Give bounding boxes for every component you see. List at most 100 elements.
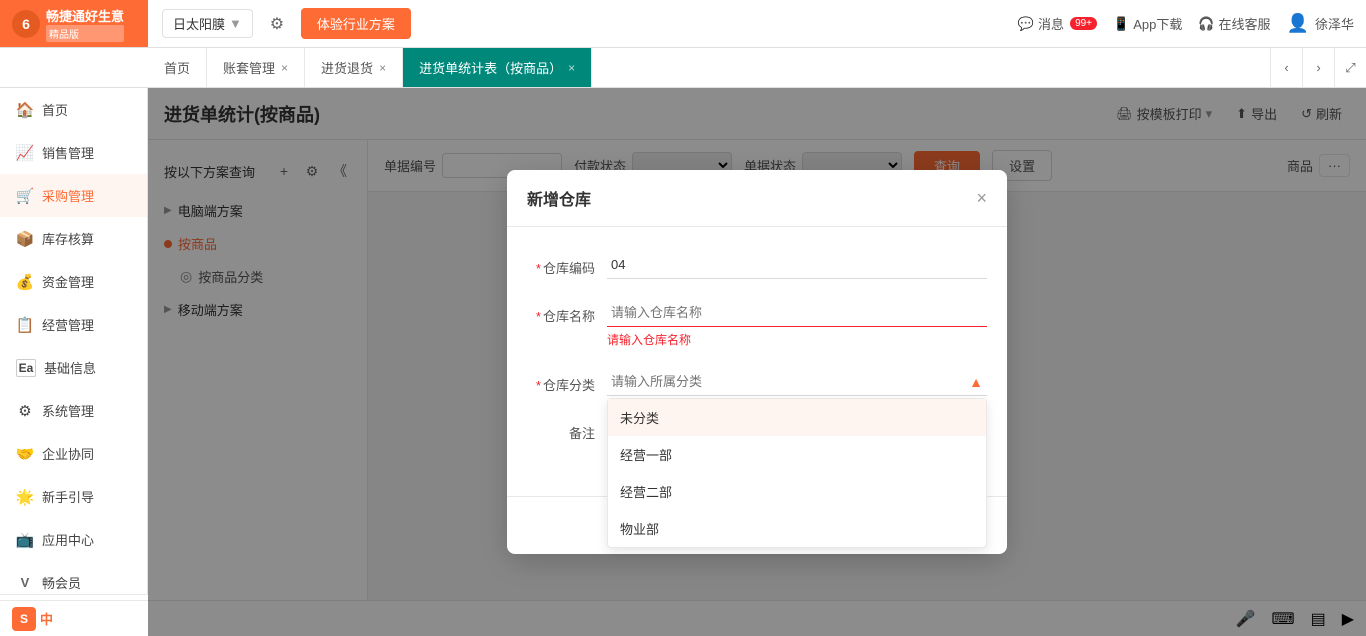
sidebar-item-basic-info[interactable]: Ea 基础信息	[0, 346, 147, 389]
headset-icon: 🎧	[1198, 16, 1214, 32]
tab-accounts-label: 账套管理	[223, 58, 275, 77]
sidebar-item-purchase[interactable]: 🛒 采购管理	[0, 174, 147, 217]
logo-badge: 精品版	[46, 25, 124, 42]
messages-item[interactable]: 💬 消息 99+	[1018, 14, 1097, 33]
warehouse-type-input[interactable]	[607, 368, 987, 396]
username-label: 徐泽华	[1315, 14, 1354, 33]
logo-text: 畅捷通好生意 精品版	[46, 6, 124, 42]
finance-icon: 💰	[16, 273, 34, 291]
warehouse-type-label: *仓库分类	[527, 368, 607, 394]
tab-purchase-stats-label: 进货单统计表（按商品）	[419, 58, 562, 77]
sidebar: 🏠 首页 📈 销售管理 🛒 采购管理 📦 库存核算 💰 资金管理 📋 经营管理 …	[0, 88, 148, 636]
chevron-down-icon: ▼	[229, 16, 242, 31]
tab-bar: 首页 账套管理 × 进货退货 × 进货单统计表（按商品） × ‹ › ⤢	[0, 48, 1366, 88]
modal-body: *仓库编码 *仓库名称 请输入仓库名称	[507, 227, 1007, 496]
modal-overlay: 新增仓库 × *仓库编码	[148, 88, 1366, 636]
brand-s-icon: S	[12, 607, 36, 631]
modal-header: 新增仓库 ×	[507, 170, 1007, 227]
warehouse-name-input[interactable]	[607, 299, 987, 327]
enterprise-icon: 🤝	[16, 445, 34, 463]
sidebar-item-guide[interactable]: 🌟 新手引导	[0, 475, 147, 518]
sidebar-operations-label: 经营管理	[42, 315, 94, 334]
dropdown-item-dept2[interactable]: 经营二部	[608, 473, 986, 510]
purchase-icon: 🛒	[16, 187, 34, 205]
logo-icon: 6	[12, 10, 40, 38]
sidebar-basic-info-label: 基础信息	[44, 358, 96, 377]
dropdown-item-dept3[interactable]: 物业部	[608, 510, 986, 547]
content-area: 🏠 首页 📈 销售管理 🛒 采购管理 📦 库存核算 💰 资金管理 📋 经营管理 …	[0, 88, 1366, 636]
sidebar-vip-label: 畅会员	[42, 573, 81, 592]
warehouse-name-field: 请输入仓库名称	[607, 299, 987, 348]
sidebar-system-label: 系统管理	[42, 401, 94, 420]
tab-prev-icon[interactable]: ‹	[1270, 48, 1302, 88]
sidebar-item-enterprise[interactable]: 🤝 企业协同	[0, 432, 147, 475]
sidebar-guide-label: 新手引导	[42, 487, 94, 506]
sidebar-inventory-label: 库存核算	[42, 229, 94, 248]
modal-close-button[interactable]: ×	[976, 188, 987, 209]
tab-actions: ‹ › ⤢	[1270, 48, 1366, 88]
messages-label: 消息	[1038, 14, 1064, 33]
trial-button[interactable]: 体验行业方案	[301, 8, 411, 39]
brand-zh-icon: 中	[40, 609, 53, 628]
settings-icon[interactable]: ⚙	[263, 10, 291, 38]
inventory-icon: 📦	[16, 230, 34, 248]
sidebar-apps-label: 应用中心	[42, 530, 94, 549]
basic-info-icon: Ea	[16, 359, 36, 377]
tab-expand-icon[interactable]: ⤢	[1334, 48, 1366, 88]
close-icon[interactable]: ×	[568, 61, 575, 75]
sidebar-item-finance[interactable]: 💰 资金管理	[0, 260, 147, 303]
close-icon[interactable]: ×	[379, 61, 386, 75]
bottom-left: S 中	[12, 607, 53, 631]
main-content: 进货单统计(按商品) 🖨 按模板打印 ▾ ⬆ 导出 ↺ 刷新	[148, 88, 1366, 636]
sidebar-item-sales[interactable]: 📈 销售管理	[0, 131, 147, 174]
online-service-label: 在线客服	[1219, 14, 1271, 33]
warehouse-code-row: *仓库编码	[527, 251, 987, 279]
online-service-item[interactable]: 🎧 在线客服	[1198, 14, 1270, 33]
warehouse-code-field	[607, 251, 987, 279]
warehouse-type-dropdown: ▲ 未分类 经营一部 经营二部 物业部	[607, 368, 987, 396]
tab-purchase-return[interactable]: 进货退货 ×	[305, 48, 403, 87]
guide-icon: 🌟	[16, 488, 34, 506]
tab-home[interactable]: 首页	[148, 48, 207, 87]
mobile-icon: 📱	[1113, 16, 1129, 32]
warehouse-type-row: *仓库分类 ▲ 未分类 经营一部 经营二部 物业部	[527, 368, 987, 396]
sidebar-item-apps[interactable]: 📺 应用中心	[0, 518, 147, 561]
warehouse-code-label: *仓库编码	[527, 251, 607, 277]
warehouse-name-label: *仓库名称	[527, 299, 607, 325]
warehouse-type-dropdown-list: 未分类 经营一部 经营二部 物业部	[607, 398, 987, 548]
sidebar-enterprise-label: 企业协同	[42, 444, 94, 463]
sidebar-sales-label: 销售管理	[42, 143, 94, 162]
warehouse-code-input[interactable]	[607, 251, 987, 279]
apps-icon: 📺	[16, 531, 34, 549]
sidebar-item-operations[interactable]: 📋 经营管理	[0, 303, 147, 346]
tab-accounts[interactable]: 账套管理 ×	[207, 48, 305, 87]
sales-icon: 📈	[16, 144, 34, 162]
sidebar-item-system[interactable]: ⚙ 系统管理	[0, 389, 147, 432]
top-bar: 6 畅捷通好生意 精品版 日太阳膜 ▼ ⚙ 体验行业方案 💬 消息 99+ 📱 …	[0, 0, 1366, 48]
store-selector[interactable]: 日太阳膜 ▼	[162, 9, 253, 38]
app-download-label: App下载	[1133, 14, 1182, 33]
system-icon: ⚙	[16, 402, 34, 420]
tab-purchase-stats[interactable]: 进货单统计表（按商品） ×	[403, 48, 592, 87]
store-name: 日太阳膜	[173, 14, 225, 33]
operations-icon: 📋	[16, 316, 34, 334]
avatar-icon: 👤	[1287, 13, 1309, 34]
logo-area: 6 畅捷通好生意 精品版	[0, 0, 148, 47]
sidebar-item-home[interactable]: 🏠 首页	[0, 88, 147, 131]
messages-badge: 99+	[1070, 17, 1097, 30]
warehouse-name-error: 请输入仓库名称	[607, 331, 987, 348]
dropdown-item-dept1[interactable]: 经营一部	[608, 436, 986, 473]
close-icon[interactable]: ×	[281, 61, 288, 75]
tab-next-icon[interactable]: ›	[1302, 48, 1334, 88]
home-icon: 🏠	[16, 101, 34, 119]
top-right: 💬 消息 99+ 📱 App下载 🎧 在线客服 👤 徐泽华	[1018, 13, 1354, 34]
notes-label: 备注	[527, 416, 607, 442]
tab-home-label: 首页	[164, 58, 190, 77]
message-icon: 💬	[1018, 16, 1034, 32]
vip-icon: V	[16, 574, 34, 592]
sidebar-item-inventory[interactable]: 📦 库存核算	[0, 217, 147, 260]
user-profile[interactable]: 👤 徐泽华	[1287, 13, 1354, 34]
dropdown-item-unclassified[interactable]: 未分类	[608, 399, 986, 436]
app-download-item[interactable]: 📱 App下载	[1113, 14, 1182, 33]
tab-purchase-return-label: 进货退货	[321, 58, 373, 77]
